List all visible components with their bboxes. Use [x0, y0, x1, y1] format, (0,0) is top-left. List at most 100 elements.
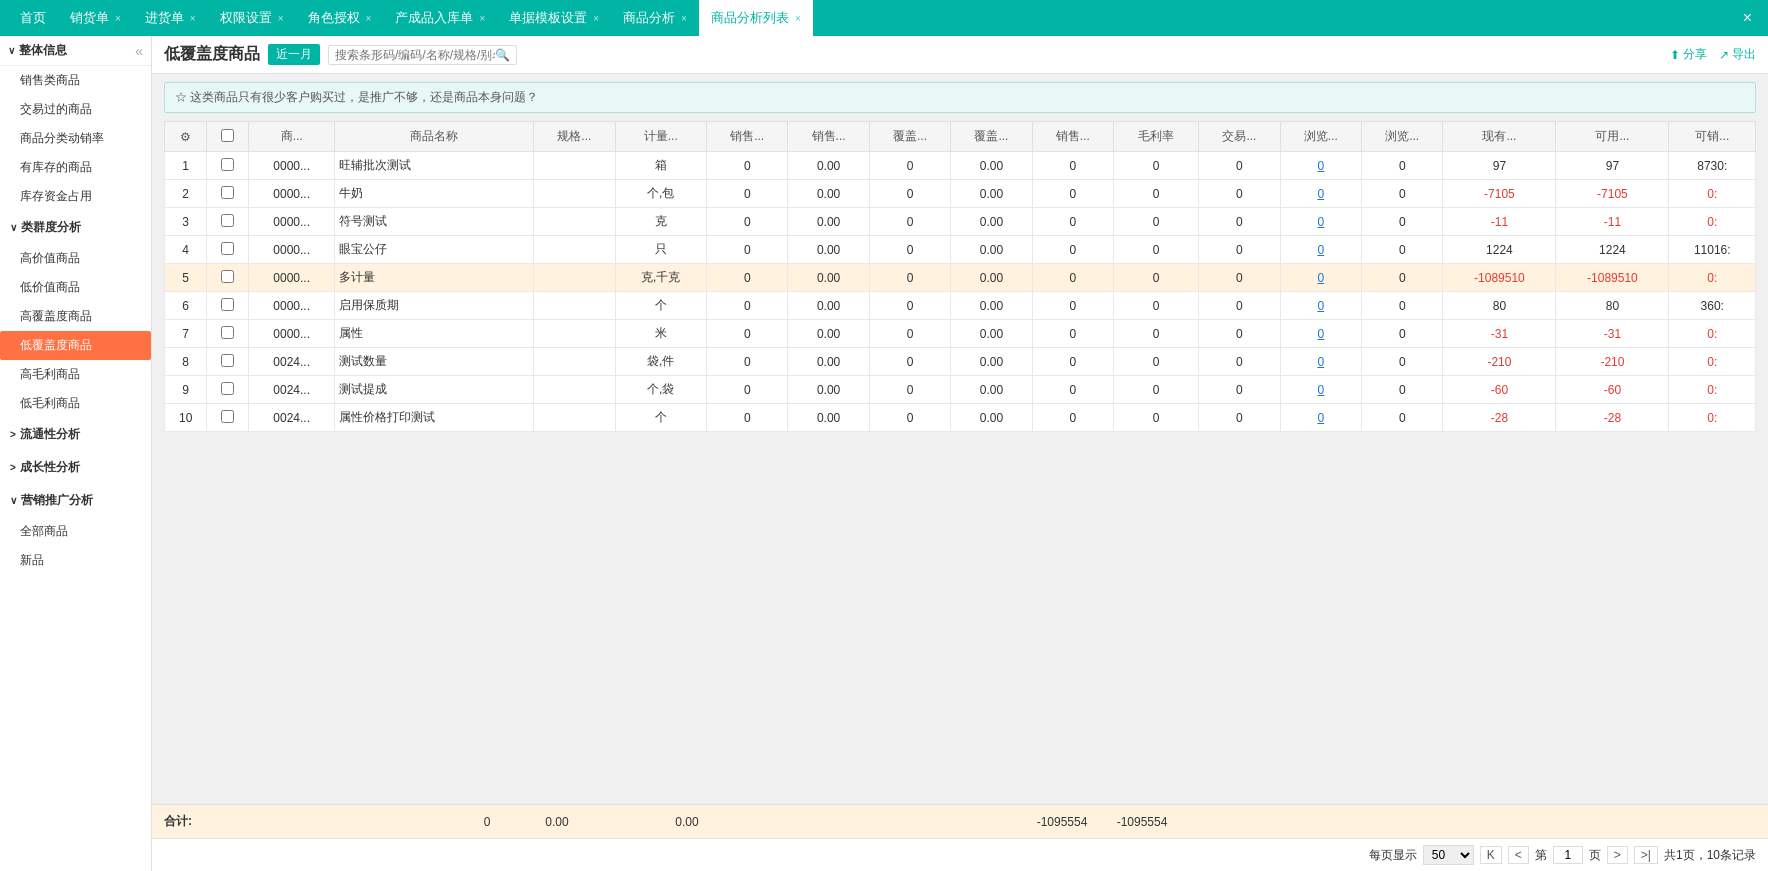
sidebar-item-all-goods[interactable]: 全部商品: [0, 517, 151, 546]
nav-home[interactable]: 首页: [8, 0, 58, 36]
select-all-checkbox[interactable]: [221, 129, 234, 142]
browse1-link[interactable]: 0: [1317, 327, 1324, 341]
col-sales2[interactable]: 销售...: [788, 122, 869, 152]
sidebar-item-high-value[interactable]: 高价值商品: [0, 244, 151, 273]
close-all-button[interactable]: ×: [1735, 9, 1760, 27]
col-current[interactable]: 现有...: [1443, 122, 1556, 152]
col-coverage2[interactable]: 覆盖...: [951, 122, 1032, 152]
period-button[interactable]: 近一月: [268, 44, 320, 65]
col-code[interactable]: 商...: [248, 122, 334, 152]
nav-close-roles[interactable]: ×: [366, 13, 372, 24]
row-browse1[interactable]: 0: [1280, 152, 1361, 180]
col-sales1[interactable]: 销售...: [707, 122, 788, 152]
nav-permissions[interactable]: 权限设置 ×: [208, 0, 296, 36]
row-browse1[interactable]: 0: [1280, 320, 1361, 348]
page-number-input[interactable]: [1553, 846, 1583, 864]
nav-roles[interactable]: 角色授权 ×: [296, 0, 384, 36]
row-browse1[interactable]: 0: [1280, 348, 1361, 376]
browse1-link[interactable]: 0: [1317, 187, 1324, 201]
sidebar-item-high-coverage[interactable]: 高覆盖度商品: [0, 302, 151, 331]
sidebar-item-low-value[interactable]: 低价值商品: [0, 273, 151, 302]
nav-close-analysis[interactable]: ×: [681, 13, 687, 24]
col-spec[interactable]: 规格...: [534, 122, 615, 152]
browse1-link[interactable]: 0: [1317, 383, 1324, 397]
col-name[interactable]: 商品名称: [335, 122, 534, 152]
row-checkbox[interactable]: [207, 236, 249, 264]
sidebar-item-high-margin[interactable]: 高毛利商品: [0, 360, 151, 389]
row-checkbox[interactable]: [207, 264, 249, 292]
nav-close-permissions[interactable]: ×: [278, 13, 284, 24]
nav-analysis-list[interactable]: 商品分析列表 ×: [699, 0, 813, 36]
sidebar-item-in-stock-goods[interactable]: 有库存的商品: [0, 153, 151, 182]
row-checkbox[interactable]: [207, 348, 249, 376]
nav-purchase[interactable]: 进货单 ×: [133, 0, 208, 36]
row-checkbox[interactable]: [207, 152, 249, 180]
row-browse1[interactable]: 0: [1280, 404, 1361, 432]
col-checkbox[interactable]: [207, 122, 249, 152]
row-checkbox[interactable]: [207, 208, 249, 236]
row-browse1[interactable]: 0: [1280, 376, 1361, 404]
row-checkbox[interactable]: [207, 292, 249, 320]
col-coverage1[interactable]: 覆盖...: [869, 122, 950, 152]
sidebar-growth-header[interactable]: > 成长性分析: [0, 451, 151, 484]
share-button[interactable]: ⬆ 分享: [1670, 46, 1707, 63]
sidebar-liquidity-header[interactable]: > 流通性分析: [0, 418, 151, 451]
search-input[interactable]: [335, 48, 495, 62]
row-checkbox[interactable]: [207, 376, 249, 404]
next-page-button[interactable]: >: [1607, 846, 1628, 864]
nav-sales[interactable]: 销货单 ×: [58, 0, 133, 36]
sidebar-item-low-coverage[interactable]: 低覆盖度商品: [0, 331, 151, 360]
sidebar-item-traded-goods[interactable]: 交易过的商品: [0, 95, 151, 124]
col-trade[interactable]: 交易...: [1199, 122, 1280, 152]
row-checkbox[interactable]: [207, 404, 249, 432]
row-browse1[interactable]: 0: [1280, 180, 1361, 208]
browse1-link[interactable]: 0: [1317, 355, 1324, 369]
sidebar-collapse-btn[interactable]: «: [135, 43, 143, 59]
table-wrapper[interactable]: ⚙ 商... 商品名称 规格... 计量... 销售... 销售... 覆盖..…: [152, 121, 1768, 804]
col-gross-rate[interactable]: 毛利率: [1114, 122, 1199, 152]
browse1-link[interactable]: 0: [1317, 243, 1324, 257]
sidebar-item-low-margin[interactable]: 低毛利商品: [0, 389, 151, 418]
nav-template-settings[interactable]: 单据模板设置 ×: [497, 0, 611, 36]
browse1-link[interactable]: 0: [1317, 159, 1324, 173]
row-browse1[interactable]: 0: [1280, 236, 1361, 264]
row-name: 属性价格打印测试: [335, 404, 534, 432]
row-checkbox[interactable]: [207, 180, 249, 208]
row-spec: [534, 180, 615, 208]
search-icon[interactable]: 🔍: [495, 48, 510, 62]
sidebar-overall-header[interactable]: ∨ 整体信息: [8, 42, 67, 59]
row-checkbox[interactable]: [207, 320, 249, 348]
sidebar-item-new-goods[interactable]: 新品: [0, 546, 151, 575]
col-browse1[interactable]: 浏览...: [1280, 122, 1361, 152]
nav-close-sales[interactable]: ×: [115, 13, 121, 24]
col-settings[interactable]: ⚙: [165, 122, 207, 152]
sidebar-item-category-sales-rate[interactable]: 商品分类动销率: [0, 124, 151, 153]
col-available[interactable]: 可用...: [1556, 122, 1669, 152]
last-page-button[interactable]: >|: [1634, 846, 1658, 864]
col-unit[interactable]: 计量...: [615, 122, 706, 152]
per-page-select[interactable]: 50 100 200: [1423, 845, 1474, 865]
prev-page-button[interactable]: <: [1508, 846, 1529, 864]
browse1-link[interactable]: 0: [1317, 299, 1324, 313]
nav-close-product-inbound[interactable]: ×: [479, 13, 485, 24]
sidebar-marketing-header[interactable]: ∨ 营销推广分析: [0, 484, 151, 517]
nav-close-template[interactable]: ×: [593, 13, 599, 24]
sidebar-group-analysis-header[interactable]: ∨ 类群度分析: [0, 211, 151, 244]
browse1-link[interactable]: 0: [1317, 411, 1324, 425]
col-browse2[interactable]: 浏览...: [1362, 122, 1443, 152]
sidebar-item-sales-goods[interactable]: 销售类商品: [0, 66, 151, 95]
export-button[interactable]: ↗ 导出: [1719, 46, 1756, 63]
first-page-button[interactable]: K: [1480, 846, 1502, 864]
col-saleable[interactable]: 可销...: [1669, 122, 1756, 152]
browse1-link[interactable]: 0: [1317, 215, 1324, 229]
nav-product-inbound[interactable]: 产成品入库单 ×: [383, 0, 497, 36]
nav-product-analysis[interactable]: 商品分析 ×: [611, 0, 699, 36]
nav-close-purchase[interactable]: ×: [190, 13, 196, 24]
col-sales3[interactable]: 销售...: [1032, 122, 1113, 152]
sidebar-item-inventory-capital[interactable]: 库存资金占用: [0, 182, 151, 211]
browse1-link[interactable]: 0: [1317, 271, 1324, 285]
row-browse1[interactable]: 0: [1280, 292, 1361, 320]
nav-close-analysis-list[interactable]: ×: [795, 13, 801, 24]
row-browse1[interactable]: 0: [1280, 208, 1361, 236]
row-browse1[interactable]: 0: [1280, 264, 1361, 292]
